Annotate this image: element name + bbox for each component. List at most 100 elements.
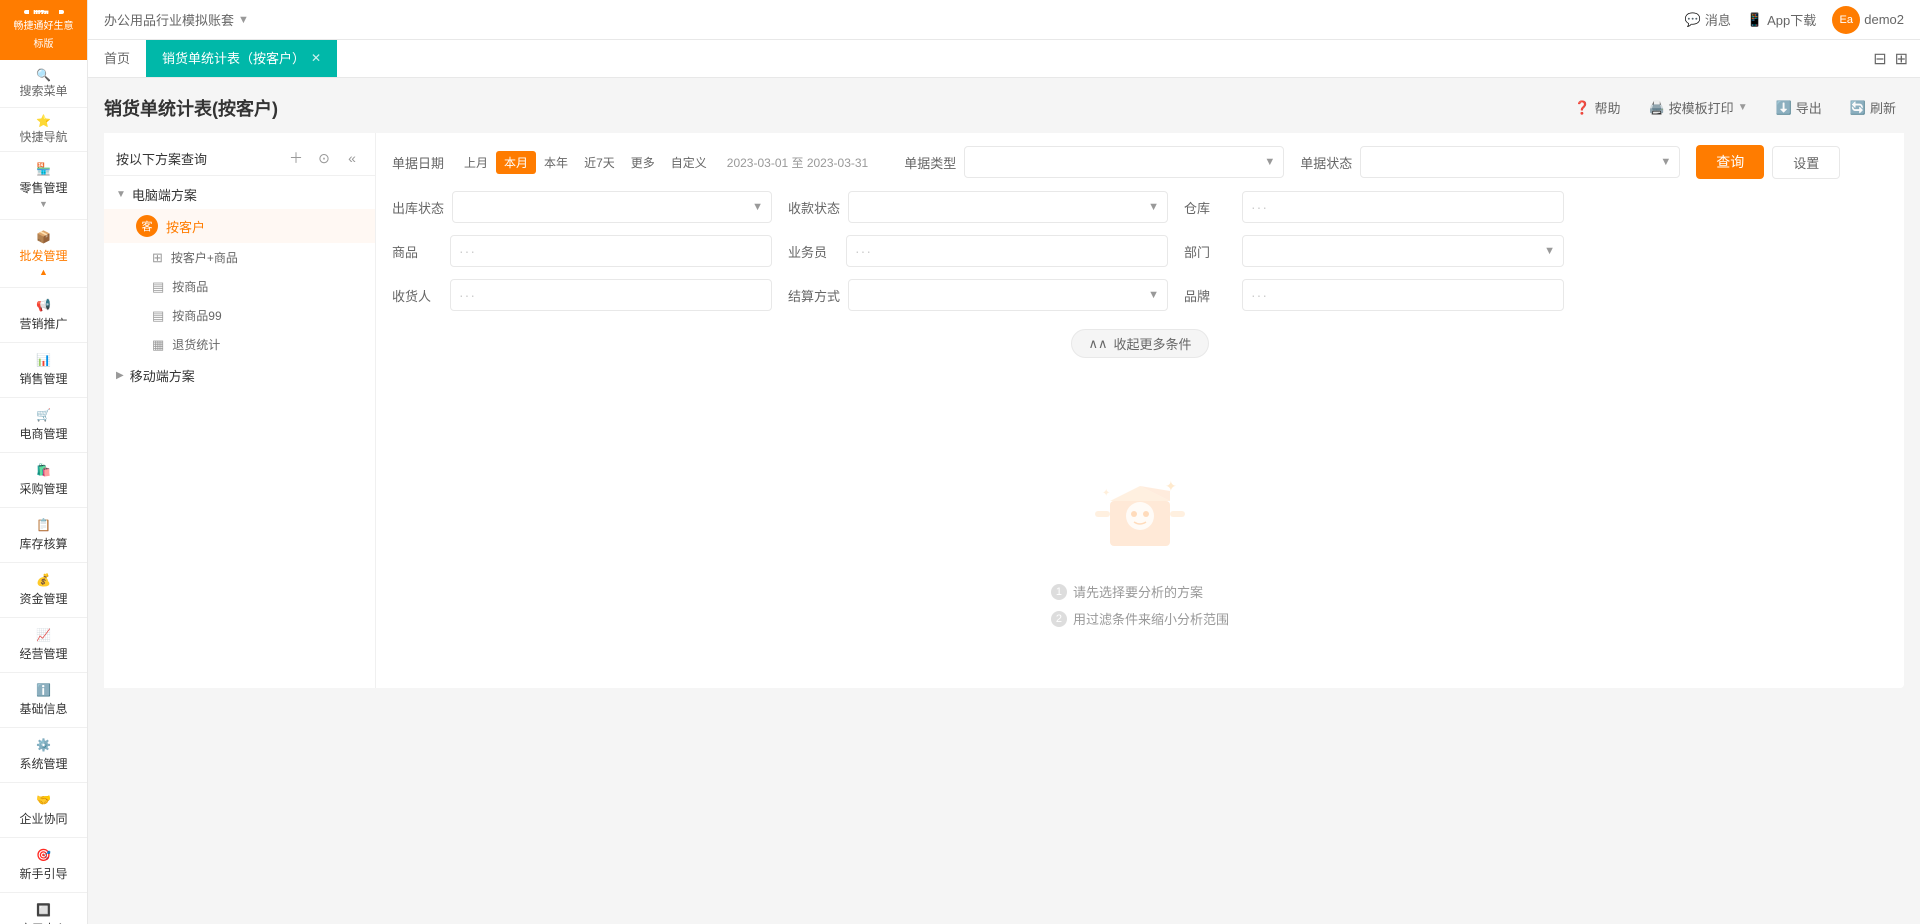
empty-step2-text: 用过滤条件来缩小分析范围 (1073, 609, 1229, 628)
brand-label: 品牌 (1184, 286, 1234, 305)
tab-sales-stats[interactable]: 销货单统计表（按客户） ✕ (146, 40, 337, 77)
export-button[interactable]: ⬇️ 导出 (1768, 94, 1830, 121)
receiver-dots: ··· (459, 287, 476, 303)
scheme-item-goods[interactable]: ▤ 按商品 (104, 272, 375, 301)
help-button[interactable]: ❓ 帮助 (1566, 94, 1628, 121)
industry-selector[interactable]: 办公用品行业模拟账套 ▼ (104, 10, 249, 29)
minimize-icon[interactable]: ⊟ (1873, 49, 1886, 69)
scheme-item-by-customer[interactable]: 客 按客户 (104, 209, 375, 243)
goods-input[interactable]: ··· (450, 235, 772, 267)
svg-text:✦: ✦ (1102, 488, 1110, 499)
sidebar-system-label: 系统管理 (19, 755, 67, 772)
user-profile[interactable]: Ea demo2 (1832, 6, 1904, 34)
filter-row-1: 单据日期 上月 本月 本年 近7天 更多 自定义 2023-03-01 至 20… (392, 145, 1888, 179)
sidebar-item-corp-collab[interactable]: 🤝 企业协同 (0, 783, 87, 838)
app-logo[interactable]: 畅 畅捷通好生意 标版 (0, 0, 87, 60)
sidebar-item-search[interactable]: 🔍 搜索菜单 (0, 60, 87, 108)
scheme-group-desktop-label: 电脑端方案 (132, 185, 197, 204)
sidebar-item-quick-nav[interactable]: ⭐ 快捷导航 (0, 108, 87, 152)
sidebar: 畅 畅捷通好生意 标版 🔍 搜索菜单 ⭐ 快捷导航 🏪 零售管理 ▼ 📦 批发管… (0, 0, 88, 924)
collapse-button[interactable]: ∧∧ 收起更多条件 (1071, 329, 1208, 358)
filter-warehouse-field: 仓库 ··· (1184, 191, 1564, 223)
status-select[interactable]: ▼ (1360, 146, 1680, 178)
filter-type-field: 单据类型 ▼ (904, 146, 1284, 178)
date-btn-more[interactable]: 更多 (623, 151, 663, 174)
scheme-customer-goods-label: 按客户+商品 (171, 249, 238, 266)
filter-receiver-field: 收货人 ··· (392, 279, 772, 311)
dept-select[interactable]: ▼ (1242, 235, 1564, 267)
payment-label: 收款状态 (788, 198, 840, 217)
sidebar-item-basic[interactable]: ℹ️ 基础信息 (0, 673, 87, 728)
scheme-group-desktop-header[interactable]: ▼ 电脑端方案 (104, 180, 375, 209)
sidebar-item-marketing[interactable]: 📢 营销推广 (0, 288, 87, 343)
retail-arrow-icon: ▼ (39, 199, 48, 209)
sidebar-item-system[interactable]: ⚙️ 系统管理 (0, 728, 87, 783)
date-btn-last-month[interactable]: 上月 (456, 151, 496, 174)
empty-text: 1 请先选择要分析的方案 2 用过滤条件来缩小分析范围 (1051, 582, 1229, 628)
sidebar-nav-label: 快捷导航 (0, 128, 87, 145)
payment-select[interactable]: ▼ (848, 191, 1168, 223)
expand-icon[interactable]: ⊞ (1895, 49, 1908, 69)
date-btn-this-month[interactable]: 本月 (496, 151, 536, 174)
tab-close-icon[interactable]: ✕ (311, 51, 321, 65)
sidebar-item-purchase[interactable]: 🛍️ 采购管理 (0, 453, 87, 508)
scheme-item-goods99[interactable]: ▤ 按商品99 (104, 301, 375, 330)
group-arrow-right-icon: ▶ (116, 370, 124, 381)
sidebar-item-retail[interactable]: 🏪 零售管理 ▼ (0, 152, 87, 220)
out-chevron-icon: ▼ (752, 201, 763, 213)
scheme-group-mobile-label: 移动端方案 (130, 366, 195, 385)
marketing-icon: 📢 (36, 298, 51, 312)
settle-select[interactable]: ▼ (848, 279, 1168, 311)
print-button[interactable]: 🖨️ 按模板打印 ▼ (1640, 94, 1755, 121)
query-button[interactable]: 查询 (1696, 145, 1764, 179)
tab-home[interactable]: 首页 (88, 40, 146, 77)
svg-text:✦: ✦ (1165, 478, 1177, 494)
app-download-btn[interactable]: 📱 App下载 (1747, 10, 1816, 29)
sidebar-retail-label: 零售管理 (19, 179, 67, 196)
sidebar-item-newbie[interactable]: 🎯 新手引导 (0, 838, 87, 893)
step-1-num: 1 (1051, 584, 1067, 600)
sidebar-item-wholesale[interactable]: 📦 批发管理 ▲ (0, 220, 87, 288)
sidebar-item-sales[interactable]: 📊 销售管理 (0, 343, 87, 398)
staff-input[interactable]: ··· (846, 235, 1168, 267)
scheme-item-customer-goods[interactable]: ⊞ 按客户+商品 (104, 243, 375, 272)
date-btn-7days[interactable]: 近7天 (576, 151, 623, 174)
receiver-input[interactable]: ··· (450, 279, 772, 311)
edit-scheme-icon[interactable]: ⊙ (313, 147, 335, 169)
filter-payment-field: 收款状态 ▼ (788, 191, 1168, 223)
message-btn[interactable]: 💬 消息 (1685, 10, 1731, 29)
sidebar-wholesale-label: 批发管理 (19, 247, 67, 264)
refresh-button[interactable]: 🔄 刷新 (1842, 94, 1904, 121)
sidebar-item-finance[interactable]: 💰 资金管理 (0, 563, 87, 618)
filter-row-2: 出库状态 ▼ 收款状态 ▼ (392, 191, 1888, 223)
sidebar-item-inventory[interactable]: 📋 库存核算 (0, 508, 87, 563)
collapse-label: 收起更多条件 (1114, 334, 1192, 353)
dept-label: 部门 (1184, 242, 1234, 261)
sidebar-item-app-center[interactable]: 🔲 应用中心 (0, 893, 87, 924)
settings-button[interactable]: 设置 (1772, 146, 1840, 179)
out-select[interactable]: ▼ (452, 191, 772, 223)
sidebar-item-ecommerce[interactable]: 🛒 电商管理 (0, 398, 87, 453)
bar-icon: ▦ (152, 337, 164, 353)
scheme-goods99-label: 按商品99 (172, 307, 221, 324)
scheme-item-returns[interactable]: ▦ 退货统计 (104, 330, 375, 359)
app-center-icon: 🔲 (36, 903, 51, 917)
empty-step1-text: 请先选择要分析的方案 (1073, 582, 1203, 601)
scheme-group-mobile-header[interactable]: ▶ 移动端方案 (104, 361, 375, 390)
print-arrow-icon: ▼ (1738, 102, 1748, 113)
star-icon: ⭐ (0, 114, 87, 128)
brand-input[interactable]: ··· (1242, 279, 1564, 311)
date-btn-custom[interactable]: 自定义 (663, 151, 715, 174)
message-label: 消息 (1705, 10, 1731, 29)
scheme-group-mobile: ▶ 移动端方案 (104, 361, 375, 390)
type-select[interactable]: ▼ (964, 146, 1284, 178)
add-scheme-icon[interactable]: ＋ (285, 147, 307, 169)
date-btn-this-year[interactable]: 本年 (536, 151, 576, 174)
sidebar-item-management[interactable]: 📈 经营管理 (0, 618, 87, 673)
filter-row-4: 收货人 ··· 结算方式 ▼ (392, 279, 1888, 311)
warehouse-input[interactable]: ··· (1242, 191, 1564, 223)
collapse-scheme-icon[interactable]: « (341, 147, 363, 169)
scheme-goods-label: 按商品 (172, 278, 208, 295)
sidebar-app-center-label: 应用中心 (19, 920, 67, 924)
export-label: 导出 (1796, 98, 1822, 117)
